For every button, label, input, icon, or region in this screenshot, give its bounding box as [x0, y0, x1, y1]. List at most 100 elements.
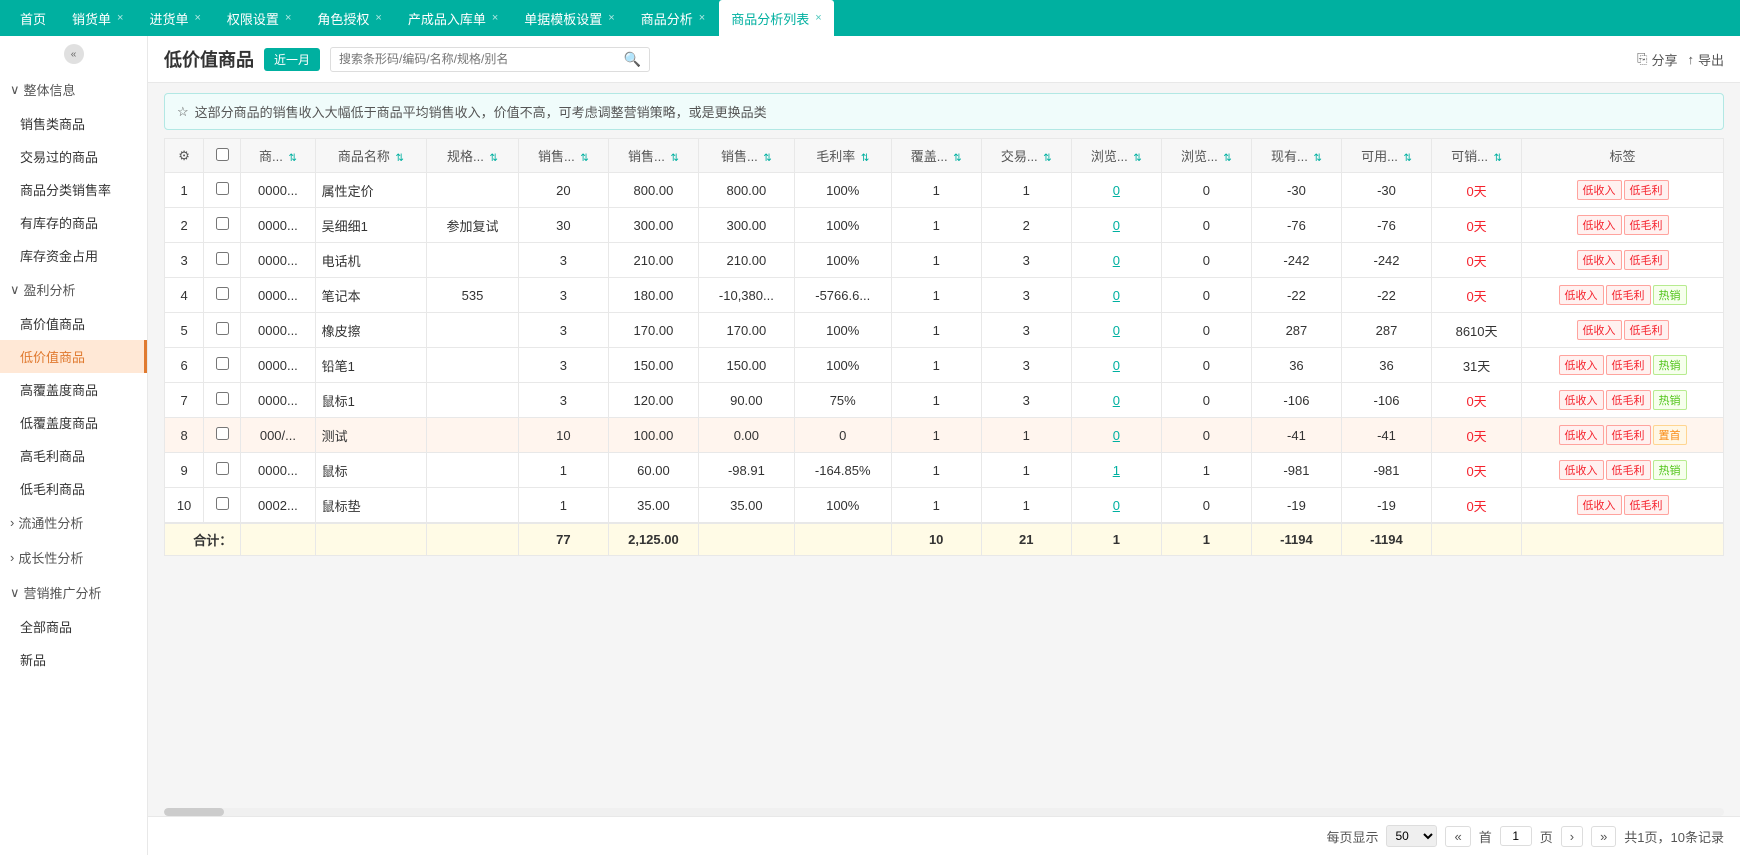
nav-close-icon-5[interactable]: × — [492, 12, 498, 24]
row-checkbox[interactable] — [216, 392, 229, 405]
browse-link[interactable]: 0 — [1113, 183, 1120, 198]
sidebar-group-overall[interactable]: ∨ 整体信息 — [0, 72, 147, 107]
horizontal-scrollbar[interactable] — [164, 808, 1724, 816]
cell-check[interactable] — [204, 383, 241, 418]
last-page-btn[interactable]: » — [1591, 826, 1616, 847]
nav-close-icon-3[interactable]: × — [285, 12, 291, 24]
row-checkbox[interactable] — [216, 462, 229, 475]
browse-link[interactable]: 0 — [1113, 218, 1120, 233]
nav-sales-order[interactable]: 销货单 × — [60, 0, 135, 36]
row-checkbox[interactable] — [216, 287, 229, 300]
next-page-btn[interactable]: › — [1561, 826, 1583, 847]
browse-link[interactable]: 0 — [1113, 323, 1120, 338]
cell-check[interactable] — [204, 208, 241, 243]
nav-close-icon-2[interactable]: × — [194, 12, 200, 24]
browse-link[interactable]: 0 — [1113, 358, 1120, 373]
browse-link[interactable]: 0 — [1113, 253, 1120, 268]
cell-name[interactable]: 铅笔1 — [315, 348, 426, 383]
cell-col7[interactable]: 1 — [1071, 453, 1161, 488]
cell-name[interactable]: 鼠标1 — [315, 383, 426, 418]
cell-check[interactable] — [204, 488, 241, 524]
browse-link[interactable]: 0 — [1113, 393, 1120, 408]
sidebar-item-low-margin[interactable]: 低毛利商品 — [0, 472, 147, 505]
row-checkbox[interactable] — [216, 252, 229, 265]
cell-check[interactable] — [204, 278, 241, 313]
th-settings[interactable]: ⚙ — [165, 139, 204, 173]
cell-name[interactable]: 鼠标垫 — [315, 488, 426, 524]
row-checkbox[interactable] — [216, 497, 229, 510]
sidebar-group-marketing[interactable]: ∨ 营销推广分析 — [0, 575, 147, 610]
sidebar-group-profit[interactable]: ∨ 盈利分析 — [0, 272, 147, 307]
cell-name[interactable]: 笔记本 — [315, 278, 426, 313]
row-checkbox[interactable] — [216, 217, 229, 230]
select-all-checkbox[interactable] — [216, 148, 229, 161]
nav-close-icon-8[interactable]: × — [815, 12, 821, 24]
nav-role-auth[interactable]: 角色授权 × — [305, 0, 393, 36]
sidebar-item-category-rate[interactable]: 商品分类销售率 — [0, 173, 147, 206]
nav-close-icon-7[interactable]: × — [699, 12, 705, 24]
nav-product-analysis-list[interactable]: 商品分析列表 × — [719, 0, 833, 36]
sidebar-item-all-goods[interactable]: 全部商品 — [0, 610, 147, 643]
nav-close-icon-4[interactable]: × — [375, 12, 381, 24]
nav-close-icon[interactable]: × — [117, 12, 123, 24]
cell-check[interactable] — [204, 418, 241, 453]
nav-home[interactable]: 首页 — [8, 0, 58, 36]
row-checkbox[interactable] — [216, 322, 229, 335]
nav-close-icon-6[interactable]: × — [608, 12, 614, 24]
date-filter-btn[interactable]: 近一月 — [264, 48, 320, 71]
scrollbar-thumb[interactable] — [164, 808, 224, 816]
cell-col7[interactable]: 0 — [1071, 243, 1161, 278]
sidebar-item-low-coverage[interactable]: 低覆盖度商品 — [0, 406, 147, 439]
browse-link[interactable]: 1 — [1113, 463, 1120, 478]
cell-name[interactable]: 鼠标 — [315, 453, 426, 488]
nav-permission[interactable]: 权限设置 × — [215, 0, 303, 36]
cell-check[interactable] — [204, 313, 241, 348]
cell-col7[interactable]: 0 — [1071, 383, 1161, 418]
cell-col7[interactable]: 0 — [1071, 418, 1161, 453]
export-btn[interactable]: ↑ 导出 — [1687, 50, 1724, 69]
sidebar-collapse-btn[interactable]: « — [64, 44, 84, 64]
cell-check[interactable] — [204, 453, 241, 488]
cell-name[interactable]: 属性定价 — [315, 173, 426, 208]
sidebar-item-new-goods[interactable]: 新品 — [0, 643, 147, 676]
search-input[interactable] — [339, 52, 624, 66]
share-btn[interactable]: ⎘ 分享 — [1637, 50, 1677, 69]
cell-col7[interactable]: 0 — [1071, 348, 1161, 383]
sidebar-item-capital-usage[interactable]: 库存资金占用 — [0, 239, 147, 272]
nav-purchase-order[interactable]: 进货单 × — [137, 0, 212, 36]
current-page-input[interactable] — [1500, 826, 1532, 846]
nav-product-stock[interactable]: 产成品入库单 × — [396, 0, 510, 36]
cell-col7[interactable]: 0 — [1071, 278, 1161, 313]
sidebar-item-high-margin[interactable]: 高毛利商品 — [0, 439, 147, 472]
nav-product-analysis[interactable]: 商品分析 × — [629, 0, 717, 36]
browse-link[interactable]: 0 — [1113, 428, 1120, 443]
sidebar-group-growth[interactable]: › 成长性分析 — [0, 540, 147, 575]
sidebar-item-traded-goods[interactable]: 交易过的商品 — [0, 140, 147, 173]
cell-check[interactable] — [204, 348, 241, 383]
cell-col7[interactable]: 0 — [1071, 208, 1161, 243]
cell-col7[interactable]: 0 — [1071, 173, 1161, 208]
sidebar-item-low-value[interactable]: 低价值商品 — [0, 340, 147, 373]
cell-col7[interactable]: 0 — [1071, 488, 1161, 524]
th-checkbox[interactable] — [204, 139, 241, 173]
row-checkbox[interactable] — [216, 182, 229, 195]
page-size-select[interactable]: 50 100 200 — [1386, 825, 1437, 847]
sidebar-item-high-value[interactable]: 高价值商品 — [0, 307, 147, 340]
row-checkbox[interactable] — [216, 357, 229, 370]
sidebar-item-high-coverage[interactable]: 高覆盖度商品 — [0, 373, 147, 406]
cell-name[interactable]: 测试 — [315, 418, 426, 453]
cell-check[interactable] — [204, 173, 241, 208]
cell-name[interactable]: 吴细细1 — [315, 208, 426, 243]
first-page-btn[interactable]: « — [1445, 826, 1470, 847]
sidebar-group-liquidity[interactable]: › 流通性分析 — [0, 505, 147, 540]
cell-name[interactable]: 橡皮擦 — [315, 313, 426, 348]
cell-name[interactable]: 电话机 — [315, 243, 426, 278]
nav-template[interactable]: 单据模板设置 × — [512, 0, 626, 36]
cell-col7[interactable]: 0 — [1071, 313, 1161, 348]
cell-check[interactable] — [204, 243, 241, 278]
row-checkbox[interactable] — [216, 427, 229, 440]
sidebar-item-sales-goods[interactable]: 销售类商品 — [0, 107, 147, 140]
browse-link[interactable]: 0 — [1113, 288, 1120, 303]
browse-link[interactable]: 0 — [1113, 498, 1120, 513]
sidebar-item-stock-goods[interactable]: 有库存的商品 — [0, 206, 147, 239]
